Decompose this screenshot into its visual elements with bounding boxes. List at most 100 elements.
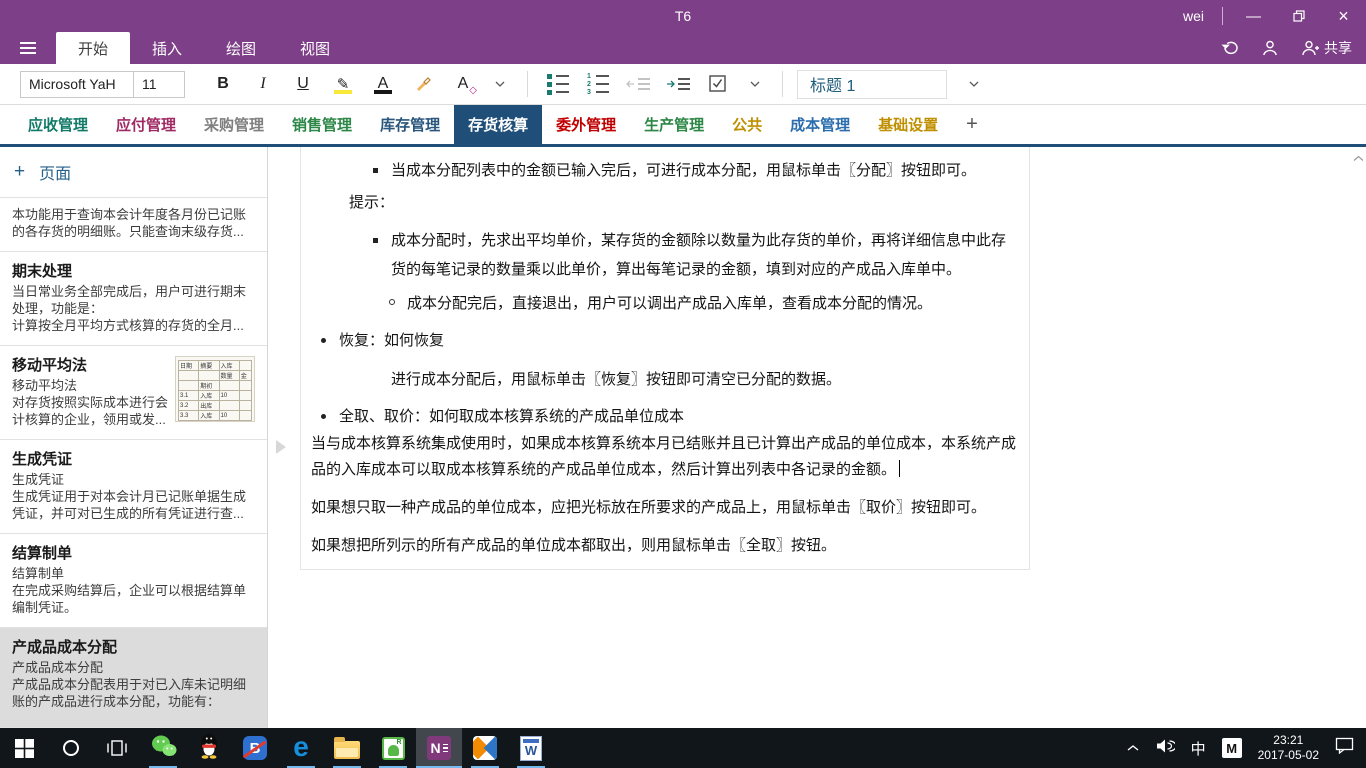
- paragraph-handle-icon[interactable]: [276, 440, 286, 454]
- word-taskbar-button[interactable]: W: [508, 728, 554, 768]
- edge-taskbar-button[interactable]: e: [278, 728, 324, 768]
- system-tray: 中 M 23:21 2017-05-02: [1126, 728, 1366, 768]
- section-tab-receivables[interactable]: 应收管理: [14, 105, 102, 144]
- ime-language-button[interactable]: 中: [1191, 738, 1206, 759]
- page-list-item-period-end[interactable]: 期末处理 当日常业务全部完成后，用户可进行期末处理，功能是： 计算按全月平均方式核…: [0, 252, 267, 346]
- note-paragraph[interactable]: 如果想把所列示的所有产成品的单位成本都取出，则用鼠标单击〖全取〗按钮。: [311, 533, 1019, 559]
- word-icon: W: [520, 735, 542, 761]
- wechat-taskbar-button[interactable]: [140, 728, 186, 768]
- section-tab-common[interactable]: 公共: [718, 105, 776, 144]
- page-list-item-product-cost-allocation[interactable]: 产成品成本分配 产成品成本分配 产成品成本分配表用于对已入库未记明细账的产成品进行…: [0, 628, 267, 728]
- font-more-chevron[interactable]: [483, 69, 517, 99]
- scroll-up-icon[interactable]: [1353, 155, 1364, 162]
- add-page-label: 页面: [39, 166, 72, 183]
- cortana-button[interactable]: [48, 728, 94, 768]
- note-list-item[interactable]: 当成本分配列表中的金额已输入完后，可进行成本分配，用鼠标单击〖分配〗按钮即可。: [373, 156, 1019, 185]
- undo-button[interactable]: [1221, 40, 1239, 56]
- b-app-taskbar-button[interactable]: B: [232, 728, 278, 768]
- tags-chevron[interactable]: [738, 69, 772, 99]
- chevron-down-icon: [969, 81, 979, 87]
- ribbon-tab-view[interactable]: 视图: [278, 32, 352, 64]
- file-explorer-taskbar-button[interactable]: [324, 728, 370, 768]
- speaker-icon: [1156, 739, 1177, 752]
- ribbon-tab-insert[interactable]: 插入: [130, 32, 204, 64]
- window-title: T6: [674, 8, 692, 24]
- note-text: 全取、取价：如何取成本核算系统的产成品单位成本: [339, 408, 685, 425]
- ribbon-tab-draw[interactable]: 绘图: [204, 32, 278, 64]
- style-select[interactable]: 标题 1: [797, 69, 947, 99]
- bullet-square-icon: [373, 156, 391, 185]
- section-tab-basic-settings[interactable]: 基础设置: [864, 105, 952, 144]
- numbered-list-button[interactable]: 123: [578, 69, 618, 99]
- qq-taskbar-button[interactable]: [186, 728, 232, 768]
- section-tab-payables[interactable]: 应付管理: [102, 105, 190, 144]
- note-paragraph[interactable]: 进行成本分配后，用鼠标单击〖恢复〗按钮即可清空已分配的数据。: [391, 365, 1019, 394]
- page-list-item-generate-voucher[interactable]: 生成凭证 生成凭证 生成凭证用于对本会计月已记账单据生成凭证，并可对已生成的所有凭…: [0, 440, 267, 534]
- page-item-preview: 移动平均法 对存货按照实际成本进行会计核算的企业，领用或发...: [12, 378, 169, 427]
- todo-tag-button[interactable]: [698, 69, 738, 99]
- checkbox-icon: [709, 75, 726, 92]
- page-list-item-inventory-ledger[interactable]: 本功能用于查询本会计年度各月份已记账的各存货的明细账。只能查询末级存货...: [0, 198, 267, 252]
- wechat-icon: [150, 733, 177, 764]
- account-button[interactable]: [1261, 39, 1279, 57]
- note-text: 恢复：如何恢复: [339, 332, 445, 349]
- font-size-select[interactable]: 11: [134, 72, 184, 97]
- restore-button[interactable]: [1276, 0, 1321, 32]
- share-button[interactable]: 共享: [1301, 38, 1352, 58]
- note-paragraph[interactable]: 提示：: [349, 188, 1019, 217]
- page-content[interactable]: 当成本分配列表中的金额已输入完后，可进行成本分配，用鼠标单击〖分配〗按钮即可。提…: [300, 147, 1030, 570]
- section-tab-bar: 应收管理 应付管理 采购管理 销售管理 库存管理 存货核算 委外管理 生产管理 公共 成本管理 基础…: [0, 105, 1366, 144]
- task-view-button[interactable]: [94, 728, 140, 768]
- note-list-item[interactable]: 恢复：如何恢复: [321, 326, 1019, 355]
- page-list-item-moving-average[interactable]: 移动平均法 移动平均法 对存货按照实际成本进行会计核算的企业，领用或发... 日期摘…: [0, 346, 267, 440]
- format-painter-button[interactable]: [403, 69, 443, 99]
- section-tab-production[interactable]: 生产管理: [630, 105, 718, 144]
- note-list-item[interactable]: 成本分配时，先求出平均单价，某存货的金额除以数量为此存货的单价，再将详细信息中此…: [373, 226, 1019, 284]
- section-tab-sales[interactable]: 销售管理: [278, 105, 366, 144]
- section-tab-outsourcing[interactable]: 委外管理: [542, 105, 630, 144]
- ribbon-tab-home[interactable]: 开始: [56, 32, 131, 64]
- note-paragraph[interactable]: 当与成本核算系统集成使用时，如果成本核算系统本月已结账并且已计算出产成品的单位成…: [311, 431, 1019, 483]
- ime-mode-button[interactable]: M: [1221, 738, 1242, 758]
- bullet-list-button[interactable]: [538, 69, 578, 99]
- clear-formatting-button[interactable]: A ◇: [443, 69, 483, 99]
- vertical-scrollbar[interactable]: [1351, 147, 1366, 728]
- minimize-button[interactable]: —: [1231, 0, 1276, 32]
- styles-chevron[interactable]: [957, 69, 991, 99]
- add-section-button[interactable]: +: [952, 105, 992, 144]
- tray-expand-button[interactable]: [1126, 739, 1140, 757]
- radmin-taskbar-button[interactable]: R: [370, 728, 416, 768]
- decrease-indent-icon: [626, 78, 650, 90]
- section-tab-stock-accounting[interactable]: 存货核算: [454, 105, 543, 144]
- font-name-select[interactable]: Microsoft YaH: [21, 71, 134, 97]
- add-page-button[interactable]: + 页面: [0, 147, 267, 198]
- note-canvas[interactable]: 当成本分配列表中的金额已输入完后，可进行成本分配，用鼠标单击〖分配〗按钮即可。提…: [269, 147, 1366, 728]
- section-tab-inventory[interactable]: 库存管理: [366, 105, 454, 144]
- note-paragraph[interactable]: 如果想只取一种产成品的单位成本，应把光标放在所要求的产成品上，用鼠标单击〖取价〗…: [311, 495, 1019, 521]
- font-color-button[interactable]: A: [363, 69, 403, 99]
- italic-button[interactable]: I: [243, 69, 283, 99]
- start-button[interactable]: [0, 728, 48, 768]
- menu-button[interactable]: [0, 32, 56, 64]
- action-center-button[interactable]: [1335, 737, 1354, 759]
- page-list-item-settlement-order[interactable]: 结算制单 结算制单 在完成采购结算后，企业可以根据结算单编制凭证。: [0, 534, 267, 628]
- section-tab-purchasing[interactable]: 采购管理: [190, 105, 278, 144]
- increase-indent-button[interactable]: [658, 69, 698, 99]
- clock[interactable]: 23:21 2017-05-02: [1258, 733, 1319, 763]
- ribbon: 开始 插入 绘图 视图 共享: [0, 32, 1366, 64]
- restore-icon: [1292, 10, 1305, 22]
- user-name: wei: [1182, 8, 1204, 24]
- bold-button[interactable]: B: [203, 69, 243, 99]
- volume-button[interactable]: [1156, 738, 1177, 759]
- onenote-taskbar-button[interactable]: N: [416, 728, 462, 768]
- note-list-item[interactable]: 成本分配完后，直接退出，用户可以调出产成品入库单，查看成本分配的情况。: [389, 289, 1019, 318]
- vmware-taskbar-button[interactable]: [462, 728, 508, 768]
- highlight-button[interactable]: ✎: [323, 69, 363, 99]
- page-item-layout: 移动平均法 移动平均法 对存货按照实际成本进行会计核算的企业，领用或发... 日期摘…: [12, 354, 255, 428]
- note-list-item[interactable]: 全取、取价：如何取成本核算系统的产成品单位成本: [321, 402, 1019, 431]
- underline-button[interactable]: U: [283, 69, 323, 99]
- close-button[interactable]: ×: [1321, 0, 1366, 32]
- bullet-disc-icon: [321, 326, 339, 355]
- ribbon-tabs: 开始 插入 绘图 视图: [56, 32, 352, 64]
- section-tab-cost[interactable]: 成本管理: [776, 105, 864, 144]
